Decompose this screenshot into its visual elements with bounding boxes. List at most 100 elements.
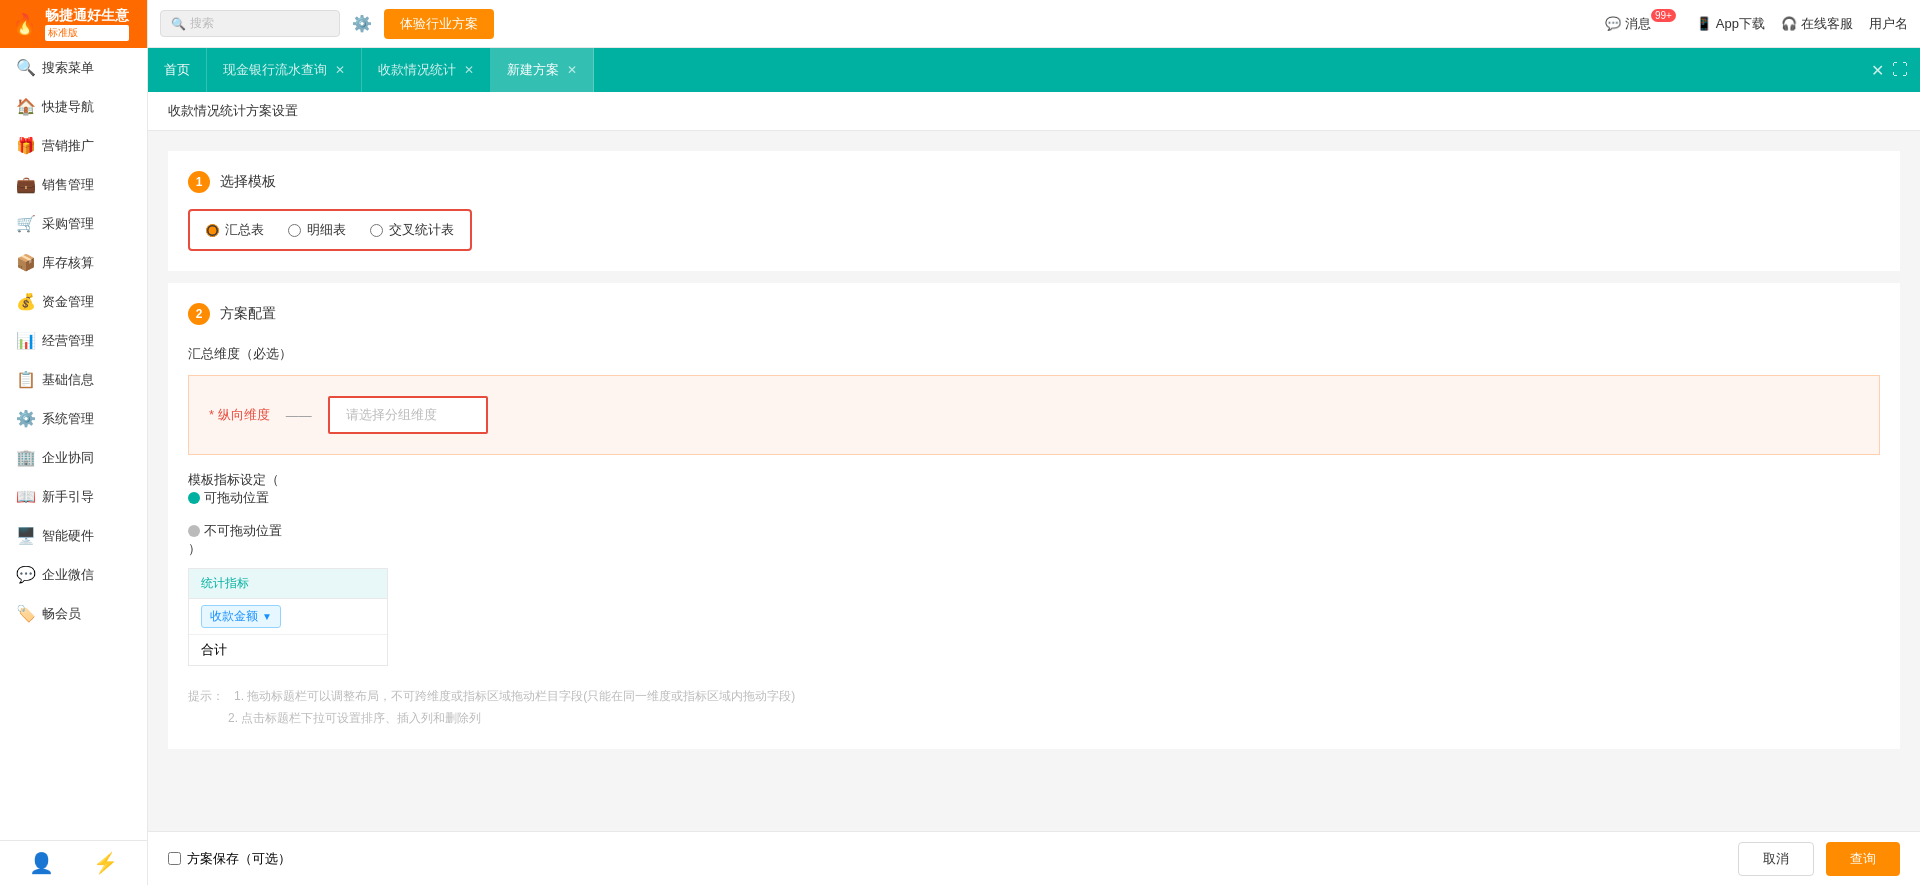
radio-detail[interactable]: 明细表	[288, 221, 346, 239]
message-item[interactable]: 💬 消息 99+	[1605, 15, 1680, 33]
sidebar-item-sales[interactable]: 💼销售管理	[0, 165, 147, 204]
sidebar-item-business[interactable]: 📊经营管理	[0, 321, 147, 360]
step1-label: 选择模板	[220, 173, 276, 191]
tab-home[interactable]: 首页	[148, 48, 207, 92]
indicator-row-0[interactable]: 收款金额 ▼	[189, 599, 387, 635]
topbar: 🔍 搜索 ⚙️ 体验行业方案 💬 消息 99+ 📱 App下载 🎧 在线客服 用…	[148, 0, 1920, 48]
tab-label-new_plan: 新建方案	[507, 61, 559, 79]
sidebar: 🔥 畅捷通好生意 标准版 🔍搜索菜单🏠快捷导航 🎁 营销推广 💼销售管理🛒采购管理📦库…	[0, 0, 148, 885]
close-all-icon[interactable]: ✕	[1871, 61, 1884, 80]
sidebar-bottom-icon-2[interactable]: ⚡	[93, 851, 118, 875]
save-row: 方案保存（可选）	[168, 850, 291, 868]
footer-actions: 取消 查询	[1738, 842, 1900, 876]
sidebar-label-search: 搜索菜单	[42, 59, 94, 77]
tab-label-cashflow: 现金银行流水查询	[223, 61, 327, 79]
topbar-right: 💬 消息 99+ 📱 App下载 🎧 在线客服 用户名	[1605, 15, 1908, 33]
cancel-button[interactable]: 取消	[1738, 842, 1814, 876]
support-item[interactable]: 🎧 在线客服	[1781, 15, 1853, 33]
content-body: 1 选择模板 汇总表 明细表	[148, 131, 1920, 781]
app-name: 畅捷通好生意	[45, 7, 129, 25]
sidebar-label-hardware: 智能硬件	[42, 527, 94, 545]
sidebar-icon-inventory: 📦	[16, 253, 34, 272]
tab-cashflow[interactable]: 现金银行流水查询 ✕	[207, 48, 362, 92]
sidebar-bottom: 👤 ⚡	[0, 840, 147, 885]
sidebar-label-system: 系统管理	[42, 410, 94, 428]
sidebar-item-company[interactable]: 🏢 企业协同	[0, 438, 147, 477]
sidebar-item-quick_nav[interactable]: 🏠快捷导航	[0, 87, 147, 126]
sidebar-icon-marketing: 🎁	[16, 136, 34, 155]
sidebar-icon-company: 🏢	[16, 448, 34, 467]
radio-summary-input[interactable]	[206, 224, 219, 237]
sidebar-item-purchase[interactable]: 🛒采购管理	[0, 204, 147, 243]
content-area: 收款情况统计方案设置 1 选择模板 汇总表	[148, 92, 1920, 885]
sidebar-icon-finance: 💰	[16, 292, 34, 311]
sidebar-item-basic_info[interactable]: 📋 基础信息	[0, 360, 147, 399]
sidebar-item-system[interactable]: ⚙️系统管理	[0, 399, 147, 438]
radio-detail-input[interactable]	[288, 224, 301, 237]
sidebar-item-wechat[interactable]: 💬企业微信	[0, 555, 147, 594]
dropdown-icon-0[interactable]: ▼	[262, 611, 272, 622]
gear-icon[interactable]: ⚙️	[352, 14, 372, 33]
query-button[interactable]: 查询	[1826, 842, 1900, 876]
hint-1: 提示： 1. 拖动标题栏可以调整布局，不可跨维度或指标区域拖动栏目字段(只能在同…	[188, 686, 1880, 708]
sidebar-logo: 🔥 畅捷通好生意 标准版	[0, 0, 147, 48]
radio-summary[interactable]: 汇总表	[206, 221, 264, 239]
footer: 方案保存（可选） 取消 查询	[148, 831, 1920, 885]
topbar-search[interactable]: 🔍 搜索	[160, 10, 340, 37]
sidebar-label-marketing: 营销推广	[42, 137, 94, 155]
radio-cross[interactable]: 交叉统计表	[370, 221, 454, 239]
download-icon: 📱	[1696, 16, 1712, 31]
radio-detail-label[interactable]: 明细表	[307, 221, 346, 239]
tabbar-actions: ✕ ⛶	[1871, 61, 1920, 80]
message-badge: 99+	[1651, 9, 1676, 22]
trial-button[interactable]: 体验行业方案	[384, 9, 494, 39]
main-area: 🔍 搜索 ⚙️ 体验行业方案 💬 消息 99+ 📱 App下载 🎧 在线客服 用…	[148, 0, 1920, 885]
indicator-tag-0[interactable]: 收款金额 ▼	[201, 605, 281, 628]
sidebar-label-company: 企业协同	[42, 449, 94, 467]
download-item[interactable]: 📱 App下载	[1696, 15, 1765, 33]
sidebar-item-search[interactable]: 🔍搜索菜单	[0, 48, 147, 87]
save-checkbox[interactable]	[168, 852, 181, 865]
radio-cross-input[interactable]	[370, 224, 383, 237]
indicator-table-title: 统计指标	[189, 569, 387, 599]
dimension-selector[interactable]: 请选择分组维度	[328, 396, 488, 434]
sidebar-icon-basic_info: 📋	[16, 370, 34, 389]
sidebar-bottom-icon-1[interactable]: 👤	[29, 851, 54, 875]
step2-badge: 2	[188, 303, 210, 325]
sidebar-icon-wechat: 💬	[16, 565, 34, 584]
movable-toggle: 可拖动位置	[188, 489, 282, 507]
fixed-toggle: 不可拖动位置	[188, 522, 282, 540]
tab-new_plan[interactable]: 新建方案 ✕	[491, 48, 594, 92]
tab-close-cashflow[interactable]: ✕	[335, 63, 345, 77]
sidebar-icon-member: 🏷️	[16, 604, 34, 623]
expand-icon[interactable]: ⛶	[1892, 61, 1908, 79]
sidebar-label-purchase: 采购管理	[42, 215, 94, 233]
step2-label: 方案配置	[220, 305, 276, 323]
sidebar-label-quick_nav: 快捷导航	[42, 98, 94, 116]
sidebar-item-marketing[interactable]: 🎁 营销推广	[0, 126, 147, 165]
radio-cross-label[interactable]: 交叉统计表	[389, 221, 454, 239]
sidebar-label-basic_info: 基础信息	[42, 371, 94, 389]
sidebar-item-inventory[interactable]: 📦库存核算	[0, 243, 147, 282]
save-label: 方案保存（可选）	[187, 850, 291, 868]
step1-badge: 1	[188, 171, 210, 193]
sidebar-item-hardware[interactable]: 🖥️智能硬件	[0, 516, 147, 555]
indicator-table: 统计指标 收款金额 ▼ 合计	[188, 568, 388, 666]
arrow-icon: ——	[286, 408, 312, 423]
logo-icon: 🔥	[12, 12, 37, 36]
download-label: App下载	[1716, 15, 1765, 33]
template-options: 汇总表 明细表 交叉统计表	[188, 209, 472, 251]
content-header: 收款情况统计方案设置	[148, 92, 1920, 131]
radio-summary-label[interactable]: 汇总表	[225, 221, 264, 239]
tabbar: 首页现金银行流水查询✕收款情况统计✕新建方案✕ ✕ ⛶	[148, 48, 1920, 92]
tab-receipts[interactable]: 收款情况统计✕	[362, 48, 491, 92]
sidebar-item-member[interactable]: 🏷️畅会员	[0, 594, 147, 633]
tab-close-new_plan[interactable]: ✕	[567, 63, 577, 77]
sidebar-item-finance[interactable]: 💰资金管理	[0, 282, 147, 321]
indicator-toggle-row: 模板指标设定（ 可拖动位置 不可拖动位置 ）	[188, 471, 1880, 558]
sidebar-item-guide[interactable]: 📖新手引导	[0, 477, 147, 516]
app-edition: 标准版	[45, 25, 129, 41]
tab-close-receipts[interactable]: ✕	[464, 63, 474, 77]
indicator-settings-label: 模板指标设定（ 可拖动位置 不可拖动位置 ）	[188, 471, 282, 558]
search-placeholder: 搜索	[190, 15, 214, 32]
